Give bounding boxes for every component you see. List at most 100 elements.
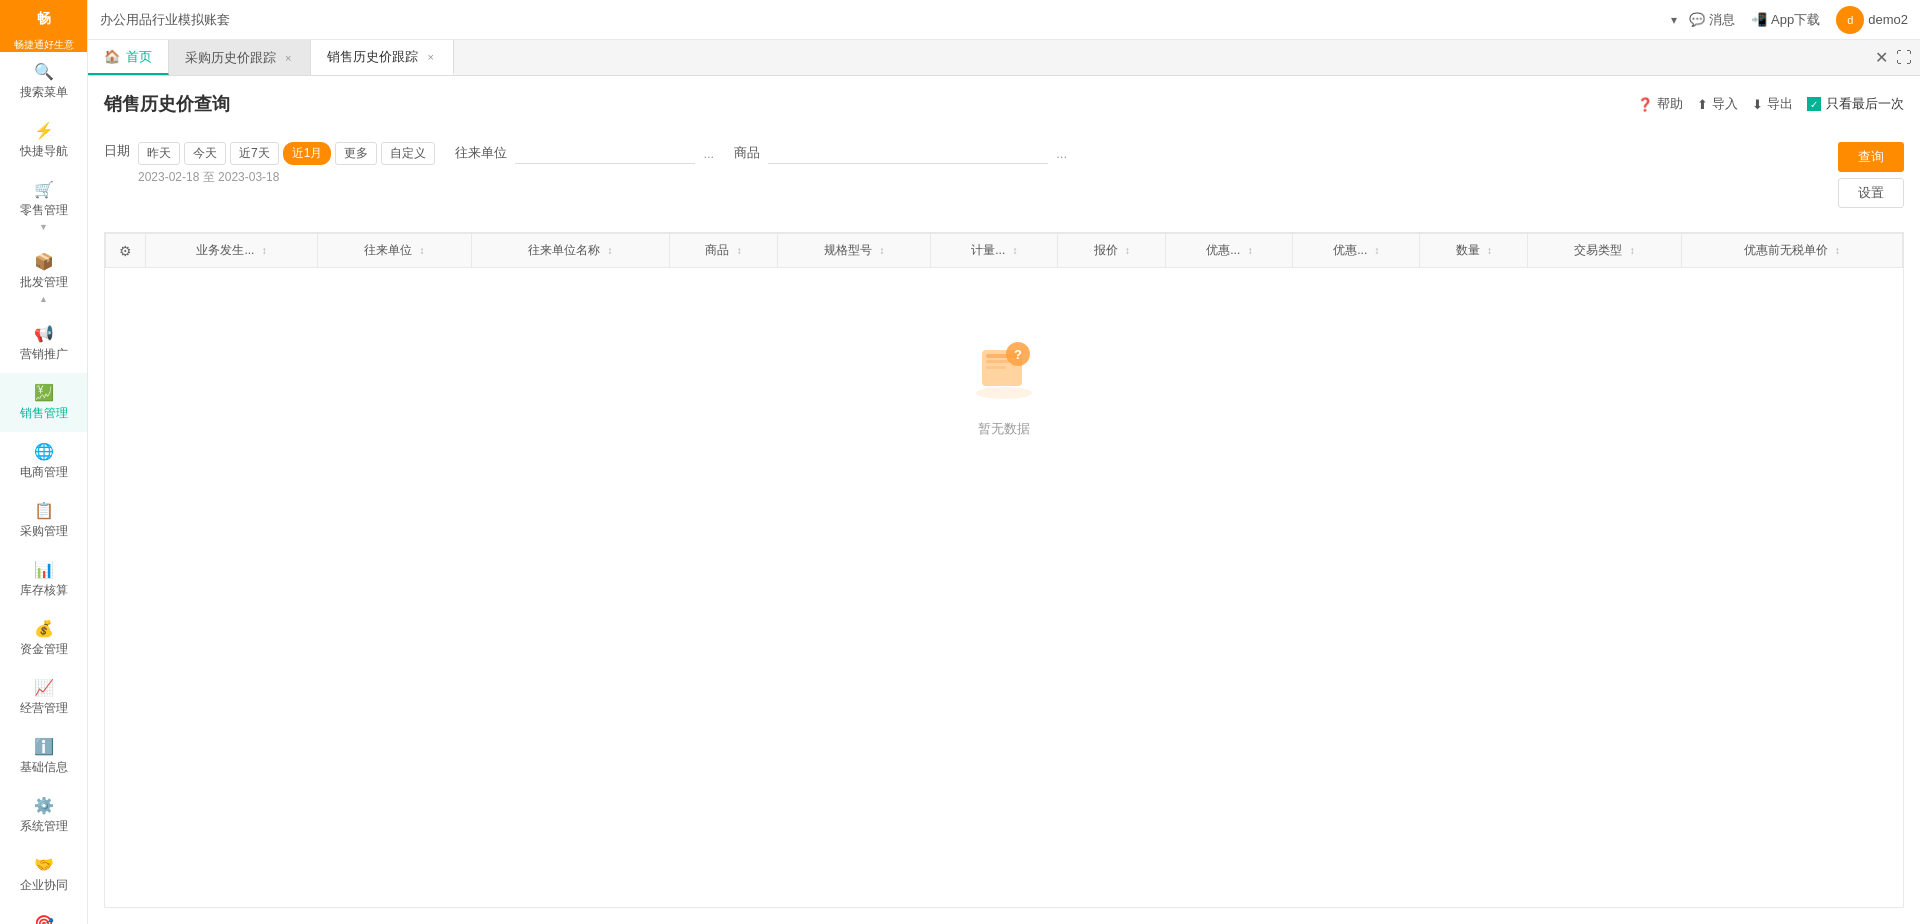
help-label: 帮助 <box>1657 95 1683 113</box>
product-filter: 商品 ... <box>734 142 1067 164</box>
th-biz-date-label: 业务发生... <box>196 243 254 257</box>
sidebar-item-label: 营销推广 <box>20 346 68 363</box>
th-trade-type-label: 交易类型 <box>1574 243 1622 257</box>
th-pretax-price[interactable]: 优惠前无税单价 ↕ <box>1681 234 1902 268</box>
topbar-dropdown[interactable]: ▾ <box>1671 13 1677 27</box>
tab-home[interactable]: 🏠 首页 <box>88 40 169 75</box>
home-icon: 🏠 <box>104 49 120 64</box>
date-btn-more[interactable]: 更多 <box>335 142 377 165</box>
topbar-right: 💬 消息 📲 App下载 d demo2 <box>1689 6 1908 34</box>
topbar: 办公用品行业模拟账套 ▾ 💬 消息 📲 App下载 d demo2 <box>88 0 1920 40</box>
sort-icon: ↕ <box>1125 245 1130 256</box>
finance-icon: 💰 <box>34 619 54 638</box>
help-button[interactable]: ❓ 帮助 <box>1637 95 1683 113</box>
sidebar-item-label: 批发管理 <box>20 274 68 291</box>
th-partner-name[interactable]: 往来单位名称 ↕ <box>471 234 670 268</box>
sidebar-item-wholesale[interactable]: 📦 批发管理 ▲ <box>0 242 88 314</box>
sidebar-item-search[interactable]: 🔍 搜索菜单 <box>0 52 88 111</box>
th-product-label: 商品 <box>705 243 729 257</box>
th-unit-label: 计量... <box>971 243 1005 257</box>
date-controls: 昨天 今天 近7天 近1月 更多 自定义 2023-02-18 至 2023-0… <box>138 142 435 186</box>
export-label: 导出 <box>1767 95 1793 113</box>
header-actions: ❓ 帮助 ⬆ 导入 ⬇ 导出 ✓ 只看最后一次 <box>1637 95 1904 113</box>
main-area: 办公用品行业模拟账套 ▾ 💬 消息 📲 App下载 d demo2 🏠 首页 采… <box>88 0 1920 924</box>
export-button[interactable]: ⬇ 导出 <box>1752 95 1793 113</box>
product-input[interactable] <box>768 142 1048 164</box>
only-last-label: 只看最后一次 <box>1826 95 1904 113</box>
date-btn-today[interactable]: 今天 <box>184 142 226 165</box>
message-label: 消息 <box>1709 11 1735 29</box>
message-button[interactable]: 💬 消息 <box>1689 11 1735 29</box>
purchase-icon: 📋 <box>34 501 54 520</box>
tab-sales[interactable]: 销售历史价跟踪 × <box>311 40 453 75</box>
maximize-button[interactable]: ⛶ <box>1896 49 1912 67</box>
sort-icon: ↕ <box>737 245 742 256</box>
sidebar-item-label: 企业协同 <box>20 877 68 894</box>
svg-point-2 <box>976 387 1032 399</box>
th-spec-label: 规格型号 <box>824 243 872 257</box>
partner-input[interactable] <box>515 142 695 164</box>
wholesale-icon: 📦 <box>34 252 54 271</box>
user-menu[interactable]: d demo2 <box>1836 6 1908 34</box>
column-settings-icon[interactable]: ⚙ <box>119 243 132 259</box>
sort-icon: ↕ <box>1248 245 1253 256</box>
th-discount2[interactable]: 优惠... ↕ <box>1293 234 1420 268</box>
date-btn-yesterday[interactable]: 昨天 <box>138 142 180 165</box>
th-quantity[interactable]: 数量 ↕ <box>1420 234 1528 268</box>
partner-dots[interactable]: ... <box>703 146 714 161</box>
import-button[interactable]: ⬆ 导入 <box>1697 95 1738 113</box>
page-header: 销售历史价查询 ❓ 帮助 ⬆ 导入 ⬇ 导出 ✓ 只看最后一次 <box>104 92 1904 116</box>
empty-text: 暂无数据 <box>978 420 1030 438</box>
th-discount1-label: 优惠... <box>1206 243 1240 257</box>
tab-purchase[interactable]: 采购历史价跟踪 × <box>169 40 311 75</box>
product-dots[interactable]: ... <box>1056 146 1067 161</box>
sidebar-item-shortcuts[interactable]: ⚡ 快捷导航 <box>0 111 88 170</box>
sidebar-item-label: 经营管理 <box>20 700 68 717</box>
chevron-down-icon: ▼ <box>39 222 48 232</box>
partner-filter-label: 往来单位 <box>455 144 507 162</box>
close-sales-tab[interactable]: × <box>424 50 436 64</box>
only-last-checkbox[interactable]: ✓ <box>1807 97 1821 111</box>
page-content: 销售历史价查询 ❓ 帮助 ⬆ 导入 ⬇ 导出 ✓ 只看最后一次 <box>88 76 1920 924</box>
ecommerce-icon: 🌐 <box>34 442 54 461</box>
basic-info-icon: ℹ️ <box>34 737 54 756</box>
date-btn-1month[interactable]: 近1月 <box>283 142 332 165</box>
sidebar-item-sales-mgmt[interactable]: 💹 销售管理 <box>0 373 88 432</box>
th-partner-code[interactable]: 往来单位 ↕ <box>318 234 471 268</box>
sidebar-item-system[interactable]: ⚙️ 系统管理 <box>0 786 88 845</box>
th-trade-type[interactable]: 交易类型 ↕ <box>1528 234 1681 268</box>
only-last-checkbox-wrapper[interactable]: ✓ 只看最后一次 <box>1807 95 1904 113</box>
sidebar-item-purchase[interactable]: 📋 采购管理 <box>0 491 88 550</box>
sidebar-item-operations[interactable]: 📈 经营管理 <box>0 668 88 727</box>
query-button[interactable]: 查询 <box>1838 142 1904 172</box>
marketing-icon: 📢 <box>34 324 54 343</box>
app-icon: 📲 <box>1751 12 1767 27</box>
svg-rect-5 <box>986 360 1010 363</box>
date-btn-custom[interactable]: 自定义 <box>381 142 435 165</box>
th-quote[interactable]: 报价 ↕ <box>1058 234 1166 268</box>
close-purchase-tab[interactable]: × <box>282 51 294 65</box>
help-icon: ❓ <box>1637 97 1653 112</box>
th-settings: ⚙ <box>106 234 146 268</box>
th-unit[interactable]: 计量... ↕ <box>931 234 1058 268</box>
th-biz-date[interactable]: 业务发生... ↕ <box>146 234 318 268</box>
sidebar-item-ecommerce[interactable]: 🌐 电商管理 <box>0 432 88 491</box>
svg-rect-6 <box>986 366 1006 369</box>
th-discount1[interactable]: 优惠... ↕ <box>1166 234 1293 268</box>
sidebar-item-newbie[interactable]: 🎯 新手引导 <box>0 904 88 924</box>
sidebar-item-inventory[interactable]: 📊 库存核算 <box>0 550 88 609</box>
sidebar-item-basic-info[interactable]: ℹ️ 基础信息 <box>0 727 88 786</box>
app-download-button[interactable]: 📲 App下载 <box>1751 11 1820 29</box>
tab-home-label: 首页 <box>126 48 152 66</box>
settings-button[interactable]: 设置 <box>1838 178 1904 208</box>
date-btn-7days[interactable]: 近7天 <box>230 142 279 165</box>
th-product[interactable]: 商品 ↕ <box>670 234 778 268</box>
sidebar-item-retail[interactable]: 🛒 零售管理 ▼ <box>0 170 88 242</box>
sidebar-item-cooperation[interactable]: 🤝 企业协同 <box>0 845 88 904</box>
sidebar-item-marketing[interactable]: 📢 营销推广 <box>0 314 88 373</box>
sidebar-item-label: 搜索菜单 <box>20 84 68 101</box>
close-all-tabs-button[interactable]: ✕ <box>1875 48 1888 67</box>
sort-icon: ↕ <box>1487 245 1492 256</box>
th-spec[interactable]: 规格型号 ↕ <box>778 234 931 268</box>
sidebar-item-finance[interactable]: 💰 资金管理 <box>0 609 88 668</box>
